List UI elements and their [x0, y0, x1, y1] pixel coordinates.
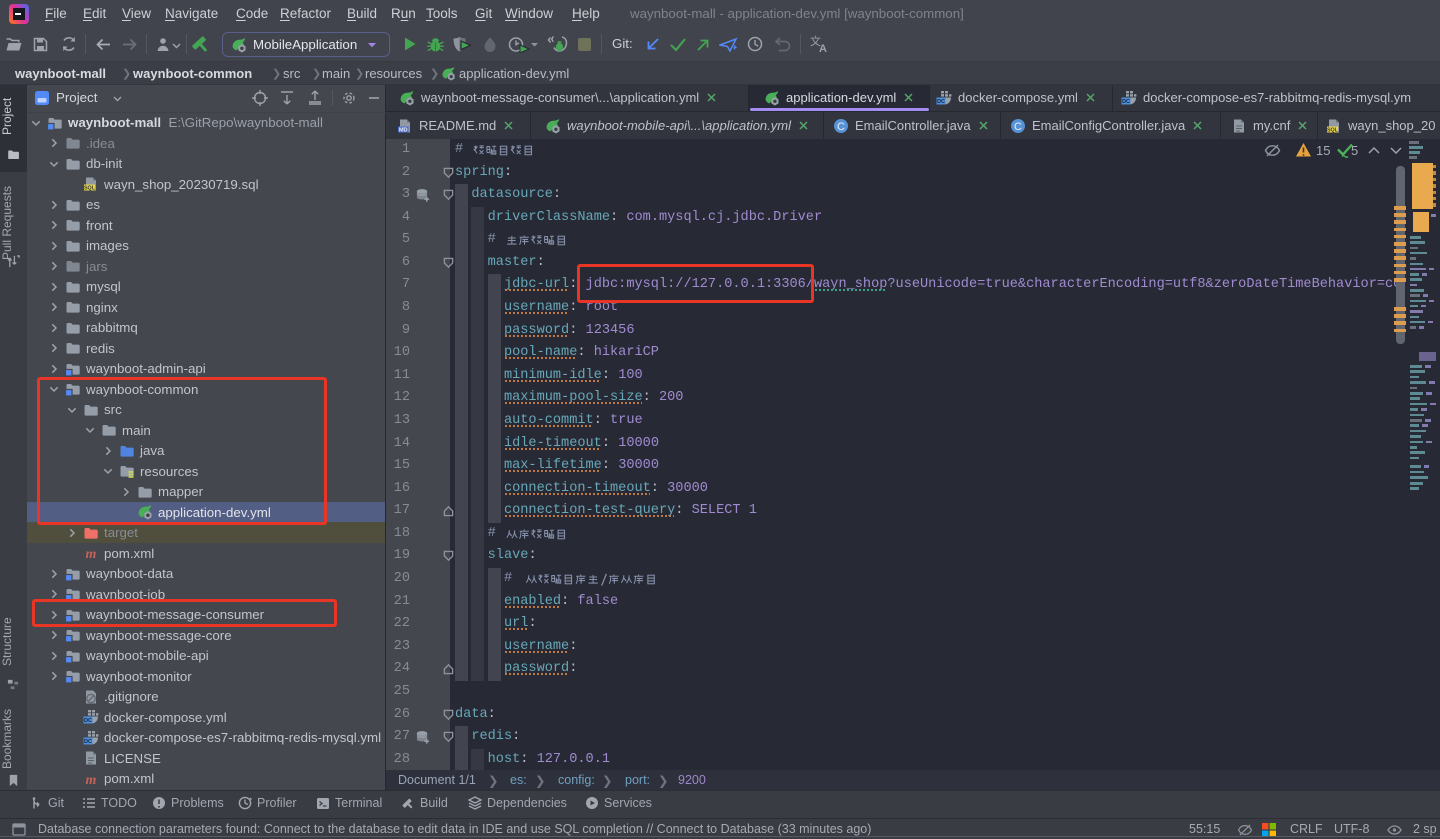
svg-text:A: A [819, 43, 827, 54]
